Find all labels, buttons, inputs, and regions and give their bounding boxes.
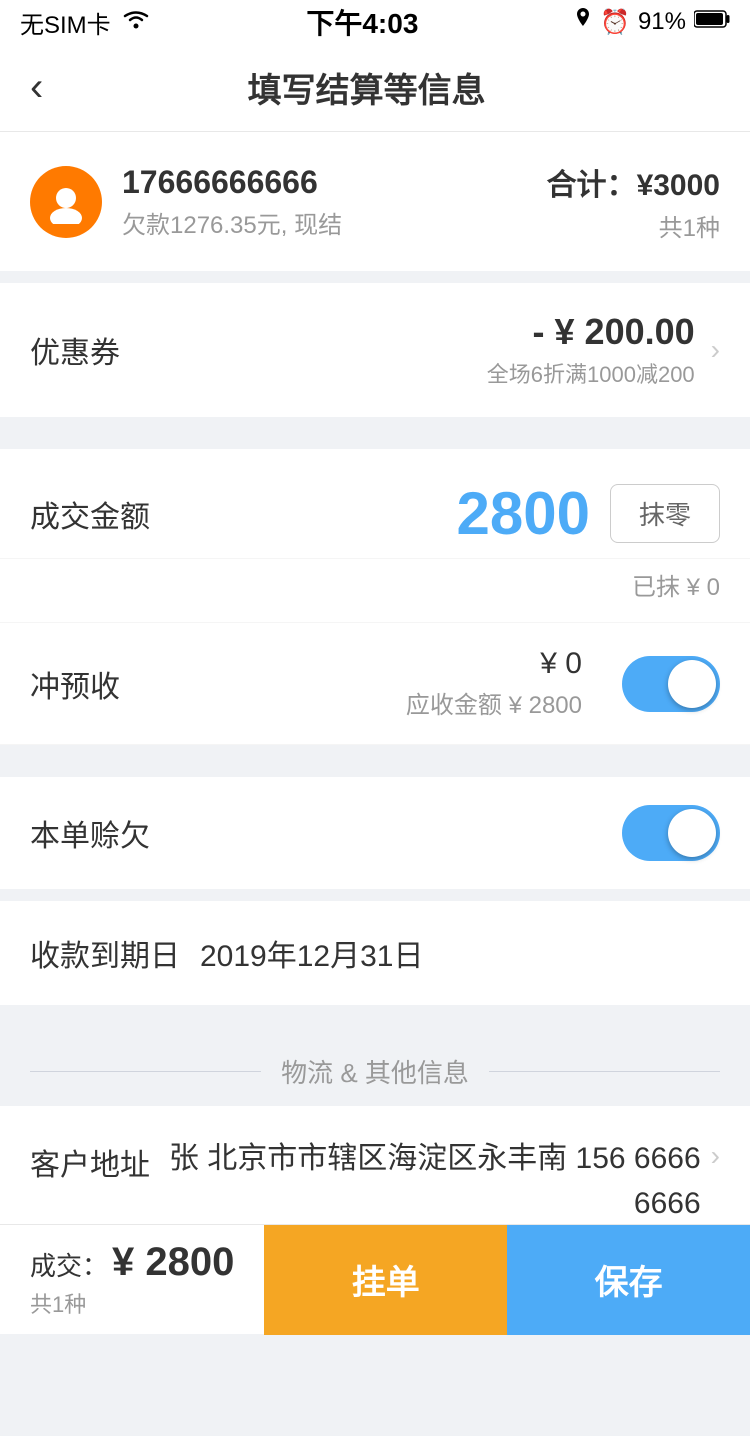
deal-amount-value-wrap: 2800 [170,479,590,548]
debt-row: 本单赊欠 [0,777,750,889]
bottom-count: 共1种 [30,1287,234,1319]
sep-line-right [489,1071,720,1072]
wifi-icon [121,8,151,36]
coupon-row[interactable]: 优惠券 - ¥ 200.00 全场6折满1000减200 › [0,283,750,417]
sep-line-left [30,1071,261,1072]
section-gap-1 [0,429,750,449]
avatar [30,166,102,238]
address-value: 张 北京市市辖区海淀区永丰南 156 6666 6666 [160,1136,701,1226]
customer-total: 合计：¥3000 共1种 [547,160,720,243]
page-title: 填写结算等信息 [63,63,670,112]
status-time: 下午4:03 [306,2,418,42]
save-button[interactable]: 保存 [507,1225,750,1335]
deal-amount-row: 成交金额 2800 抹零 [0,449,750,559]
customer-debt: 欠款1276.35元, 现结 [122,205,547,240]
address-right: 张 北京市市辖区海淀区永丰南 156 6666 6666 › [160,1136,720,1226]
deal-amount-sub: 已抹 ¥ 0 [0,559,750,623]
coupon-discount: - ¥ 200.00 [487,311,695,353]
due-date-row: 收款到期日 2019年12月31日 [0,901,750,1005]
status-right: ⏰ 91% [574,8,730,37]
deal-amount-section: 成交金额 2800 抹零 已抹 ¥ 0 冲预收 ¥ 0 应收金额 ¥ 2800 [0,449,750,745]
customer-card: 17666666666 欠款1276.35元, 现结 合计：¥3000 共1种 [0,132,750,271]
back-button[interactable]: ‹ [30,65,43,110]
bottom-summary: 成交： ¥ 2800 共1种 [0,1240,264,1319]
prepay-right: ¥ 0 应收金额 ¥ 2800 [406,647,720,720]
bottom-price-row: 成交： ¥ 2800 [30,1240,234,1285]
deal-amount-label: 成交金额 [30,492,170,536]
coupon-desc: 全场6折满1000减200 [487,357,695,389]
prepay-row: 冲预收 ¥ 0 应收金额 ¥ 2800 [0,623,750,745]
logistics-separator: 物流 & 其他信息 [0,1037,750,1106]
debt-label: 本单赊欠 [30,811,150,855]
prepay-amount: ¥ 0 [406,647,582,681]
total-amount: 合计：¥3000 [547,160,720,204]
deal-amount-value: 2800 [457,480,590,547]
total-label: 合计： [547,169,637,202]
nav-bar: ‹ 填写结算等信息 [0,44,750,132]
customer-phone: 17666666666 [122,164,547,201]
prepay-amount-wrap: ¥ 0 应收金额 ¥ 2800 [406,647,582,720]
total-value: ¥3000 [637,169,720,202]
address-chevron-icon: › [711,1136,720,1172]
section-gap-3 [0,1017,750,1037]
customer-info: 17666666666 欠款1276.35元, 现结 [122,164,547,240]
alarm-icon: ⏰ [600,8,630,37]
bottom-deal-price: ¥ 2800 [112,1240,234,1285]
hang-button[interactable]: 挂单 [264,1225,507,1335]
due-date-value: 2019年12月31日 [200,931,423,975]
debt-section: 本单赊欠 [0,777,750,889]
sim-text: 无SIM卡 [20,5,111,40]
prepay-label: 冲预收 [30,662,120,706]
prepay-inner: 冲预收 ¥ 0 应收金额 ¥ 2800 [30,647,720,720]
total-count: 共1种 [547,208,720,243]
prepay-sub: 应收金额 ¥ 2800 [406,685,582,720]
address-label: 客户地址 [30,1136,160,1184]
prepay-toggle[interactable] [622,656,720,712]
coupon-label: 优惠券 [30,328,120,372]
status-bar: 无SIM卡 下午4:03 ⏰ 91% [0,0,750,44]
status-left: 无SIM卡 [20,5,151,40]
bottom-bar: 成交： ¥ 2800 共1种 挂单 保存 [0,1224,750,1334]
location-icon [574,8,592,37]
bottom-deal-label: 成交： [30,1246,108,1283]
due-date-label: 收款到期日 [30,931,180,975]
round-zero-button[interactable]: 抹零 [610,484,720,543]
debt-toggle[interactable] [622,805,720,861]
chevron-right-icon: › [711,334,720,366]
section-gap-2 [0,757,750,777]
battery-icon [694,8,730,36]
coupon-right: - ¥ 200.00 全场6折满1000减200 › [487,311,720,389]
logistics-label: 物流 & 其他信息 [261,1053,489,1090]
battery-text: 91% [638,8,686,36]
